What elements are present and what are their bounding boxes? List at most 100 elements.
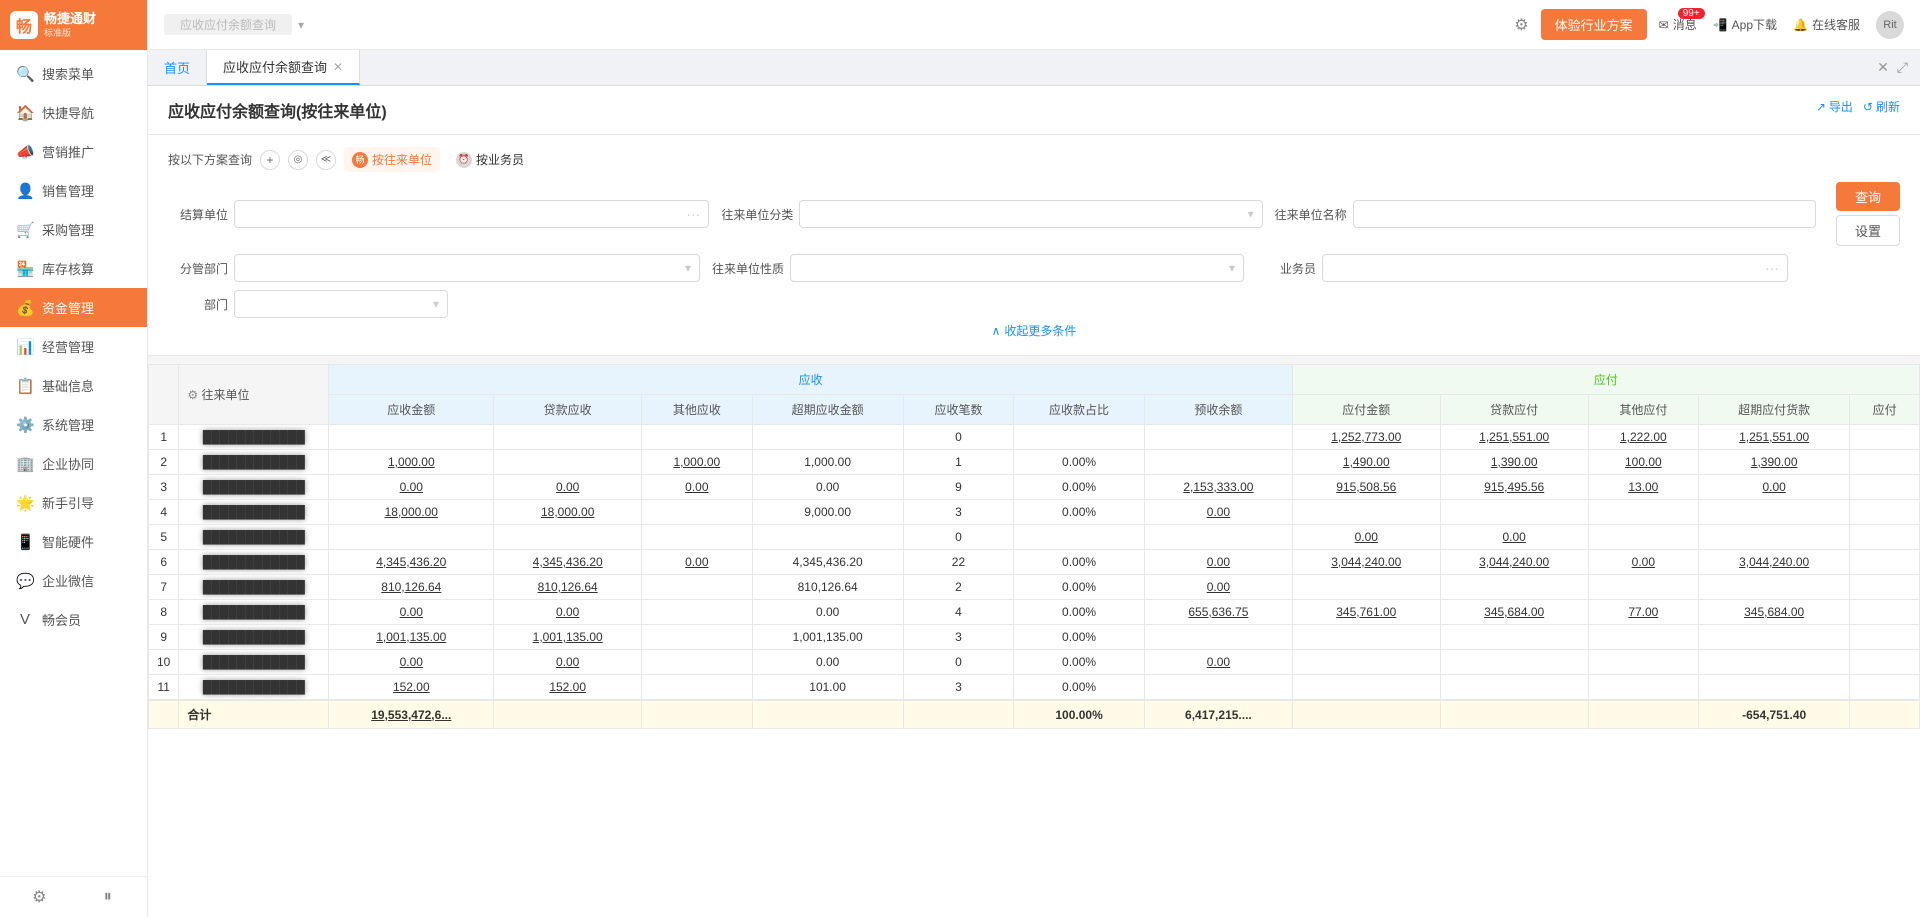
sidebar-item-sales[interactable]: 👤 销售管理 xyxy=(0,171,147,210)
table-row: 6████████████4,345,436.204,345,436.200.0… xyxy=(149,550,1920,575)
sidebar-item-system[interactable]: ⚙️ 系统管理 xyxy=(0,405,147,444)
filter-area: 按以下方案查询 + ◎ ≪ 畅 按往来单位 ⏰ 按业务员 结算单位 xyxy=(148,135,1920,356)
th-pay-overdue: 超期应付货款 xyxy=(1699,395,1850,425)
table-row: 4████████████18,000.0018,000.009,000.003… xyxy=(149,500,1920,525)
sidebar-item-enterprise[interactable]: 🏢 企业协同 xyxy=(0,444,147,483)
field-input-salesman[interactable]: ··· xyxy=(1322,254,1788,282)
field-input-partner-category[interactable]: ▾ xyxy=(799,200,1262,228)
field-input-partner-name[interactable] xyxy=(1353,200,1816,228)
scheme-icon-salesman: ⏰ xyxy=(456,152,472,168)
scheme-icon-partner: 畅 xyxy=(352,152,368,168)
table-row: 2████████████1,000.001,000.001,000.0010.… xyxy=(149,450,1920,475)
logo-text: 畅捷通财 标准版 xyxy=(44,11,96,40)
tab-home-label: 首页 xyxy=(164,58,190,77)
industry-btn[interactable]: 体验行业方案 xyxy=(1541,9,1647,40)
field-input-sub-dept[interactable]: ▾ xyxy=(234,290,448,318)
sidebar-item-purchase[interactable]: 🛒 采购管理 xyxy=(0,210,147,249)
inventory-icon: 🏪 xyxy=(16,260,34,278)
breadcrumb-arrow[interactable]: ▾ xyxy=(298,18,304,32)
settings-btn[interactable]: 设置 xyxy=(1836,215,1900,246)
search-icon: 🔍 xyxy=(16,65,34,83)
export-btn[interactable]: ↗ 导出 xyxy=(1816,98,1853,115)
sidebar-item-search[interactable]: 🔍 搜索菜单 xyxy=(0,54,147,93)
tab-home[interactable]: 首页 xyxy=(148,50,207,85)
avatar[interactable]: Rit xyxy=(1876,11,1904,39)
tab-receivable[interactable]: 应收应付余额查询 ✕ xyxy=(207,50,360,85)
filter-scheme-by-partner[interactable]: 畅 按往来单位 xyxy=(344,147,440,172)
system-icon: ⚙️ xyxy=(16,416,34,434)
th-partner: ⚙ 往来单位 xyxy=(179,365,329,425)
filter-row-2: 分管部门 ▾ 往来单位性质 ▾ 业务员 xyxy=(168,254,1900,282)
filter-rows: 结算单位 ··· 往来单位分类 ▾ 往来单位 xyxy=(168,182,1900,318)
messages-badge: 99+ xyxy=(1678,8,1705,19)
sidebar-item-capital[interactable]: 💰 资金管理 xyxy=(0,288,147,327)
logo-icon: 畅 xyxy=(10,11,38,39)
tabs-bar: 首页 应收应付余额查询 ✕ ✕ ⤢ xyxy=(148,50,1920,86)
topbar-right: ✉ 消息 99+ 📲 App下载 🔔 在线客服 Rit xyxy=(1659,11,1904,39)
tab-close-icon[interactable]: ✕ xyxy=(333,60,343,74)
filter-icon-btn1[interactable]: ◎ xyxy=(288,150,308,170)
sidebar-item-inventory[interactable]: 🏪 库存核算 xyxy=(0,249,147,288)
total-label: 合计 xyxy=(179,700,329,729)
table-row: 8████████████0.000.000.0040.00%655,636.7… xyxy=(149,600,1920,625)
sidebar-item-marketing[interactable]: 📣 营销推广 xyxy=(0,132,147,171)
th-pay-other: 其他应付 xyxy=(1588,395,1698,425)
field-arrow-dept: ▾ xyxy=(685,261,691,275)
sidebar-item-management[interactable]: 📊 经营管理 xyxy=(0,327,147,366)
total-recv-count xyxy=(903,700,1013,729)
online-service-btn[interactable]: 🔔 在线客服 xyxy=(1793,16,1860,33)
sidebar-item-basic[interactable]: 📋 基础信息 xyxy=(0,366,147,405)
filter-field-settlement: 结算单位 ··· xyxy=(168,200,709,228)
field-arrow-sub-dept: ▾ xyxy=(433,297,439,311)
total-recv-loan xyxy=(494,700,642,729)
management-icon: 📊 xyxy=(16,338,34,356)
table-row: 1████████████01,252,773.001,251,551.001,… xyxy=(149,425,1920,450)
content-area: 应收应付余额查询(按往来单位) ↗ 导出 ↺ 刷新 按以下方案查询 + ◎ ≪ xyxy=(148,86,1920,917)
tab-fullscreen-icon[interactable]: ⤢ xyxy=(1897,59,1908,76)
tabs-actions: ✕ ⤢ xyxy=(1865,59,1920,76)
filter-collapse-btn[interactable]: ∧ 收起更多条件 xyxy=(168,318,1900,343)
topbar-settings-btn[interactable]: ⚙ xyxy=(1514,15,1528,35)
filter-field-salesman: 业务员 ··· xyxy=(1256,254,1788,282)
filter-icon-btn2[interactable]: ≪ xyxy=(316,150,336,170)
basic-icon: 📋 xyxy=(16,377,34,395)
th-no xyxy=(149,365,179,425)
field-input-partner-nature[interactable]: ▾ xyxy=(790,254,1244,282)
filter-field-department: 分管部门 ▾ xyxy=(168,254,700,282)
sidebar-item-label-hardware: 智能硬件 xyxy=(42,532,94,551)
sidebar-item-member[interactable]: V 畅会员 xyxy=(0,600,147,639)
filter-scheme-by-salesman[interactable]: ⏰ 按业务员 xyxy=(448,147,532,172)
sidebar-item-quicknav[interactable]: 🏠 快捷导航 xyxy=(0,93,147,132)
table-row: 9████████████1,001,135.001,001,135.001,0… xyxy=(149,625,1920,650)
table-row: 5████████████00.000.00 xyxy=(149,525,1920,550)
field-input-settlement[interactable]: ··· xyxy=(234,200,709,228)
field-arrow-partner-category: ▾ xyxy=(1248,207,1254,221)
refresh-btn[interactable]: ↺ 刷新 xyxy=(1863,98,1900,115)
filter-field-partner-name: 往来单位名称 xyxy=(1275,200,1816,228)
table-settings-icon[interactable]: ⚙ xyxy=(187,388,198,402)
query-btn[interactable]: 查询 xyxy=(1836,182,1900,211)
field-label-sub-dept: 部门 xyxy=(168,296,228,313)
purchase-icon: 🛒 xyxy=(16,221,34,239)
filter-add-btn[interactable]: + xyxy=(260,150,280,170)
field-arrow-partner-nature: ▾ xyxy=(1229,261,1235,275)
total-recv-advance: 6,417,215.... xyxy=(1144,700,1292,729)
sidebar-collapse-btn[interactable]: ⏸ xyxy=(79,887,138,907)
refresh-label: 刷新 xyxy=(1876,98,1900,115)
sidebar-item-wechat[interactable]: 💬 企业微信 xyxy=(0,561,147,600)
sidebar-item-hardware[interactable]: 📱 智能硬件 xyxy=(0,522,147,561)
marketing-icon: 📣 xyxy=(16,143,34,161)
sidebar-item-label-quicknav: 快捷导航 xyxy=(42,103,94,122)
export-label: 导出 xyxy=(1829,98,1853,115)
sidebar-item-guide[interactable]: 🌟 新手引导 xyxy=(0,483,147,522)
messages-btn[interactable]: ✉ 消息 99+ xyxy=(1659,16,1697,33)
field-label-partner-nature: 往来单位性质 xyxy=(712,260,784,277)
field-input-dept[interactable]: ▾ xyxy=(234,254,700,282)
sidebar-settings-btn[interactable]: ⚙ xyxy=(10,887,69,907)
app-download-btn[interactable]: 📲 App下载 xyxy=(1713,16,1777,33)
online-service-label: 在线客服 xyxy=(1812,16,1860,33)
tab-expand-icon[interactable]: ✕ xyxy=(1877,59,1889,76)
collapse-label: 收起更多条件 xyxy=(1004,322,1076,339)
messages-icon: ✉ xyxy=(1659,18,1669,32)
field-label-settlement: 结算单位 xyxy=(168,206,228,223)
